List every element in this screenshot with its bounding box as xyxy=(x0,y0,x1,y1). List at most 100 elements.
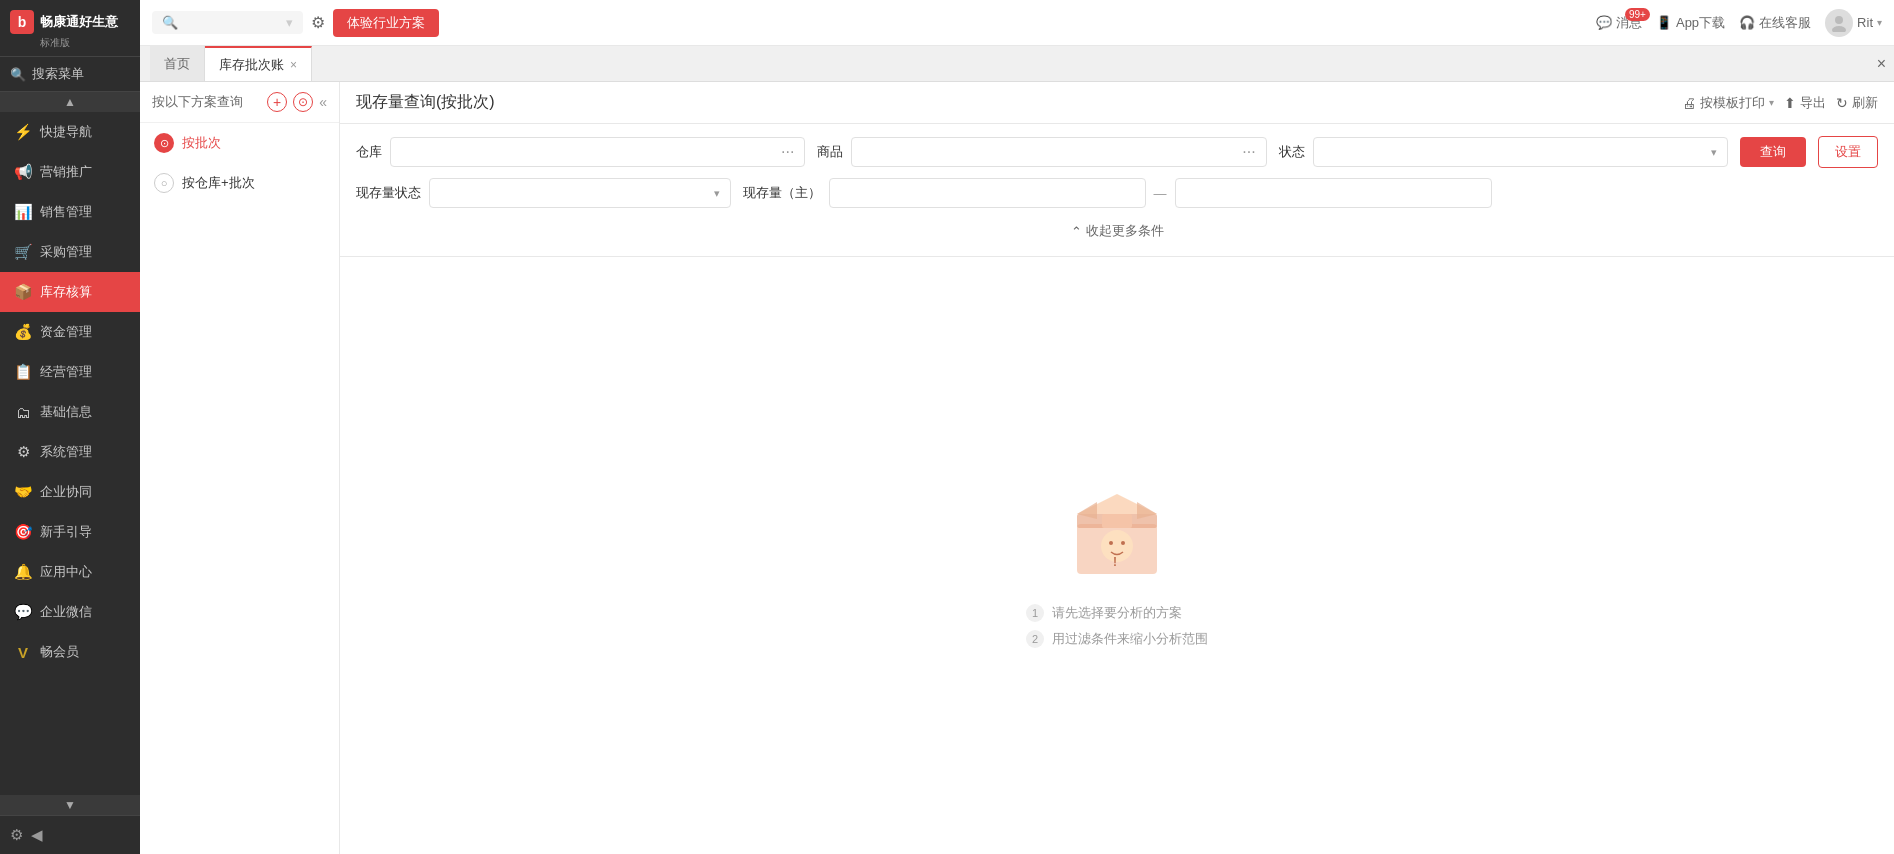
left-panel-title: 按以下方案查询 xyxy=(152,93,243,111)
product-label: 商品 xyxy=(817,143,843,161)
empty-state: ! 1 请先选择要分析的方案 2 用过滤条件来缩小分析范围 xyxy=(340,257,1894,854)
page-title: 现存量查询(按批次) xyxy=(356,92,495,113)
operation-icon: 📋 xyxy=(14,363,32,381)
warehouse-input[interactable]: ··· xyxy=(390,137,805,167)
main-content: 🔍 ▾ ⚙ 体验行业方案 💬 消息 99+ 📱 App下载 🎧 在线客服 xyxy=(140,0,1894,854)
sidebar-item-label: 企业微信 xyxy=(40,603,92,621)
status-select[interactable]: ▾ xyxy=(1313,137,1728,167)
app-download-button[interactable]: 📱 App下载 xyxy=(1656,14,1725,32)
chevron-up-icon: ⌃ xyxy=(1071,224,1082,239)
sidebar-item-enterprise[interactable]: 🤝 企业协同 xyxy=(0,472,140,512)
right-content: 现存量查询(按批次) 🖨 按模板打印 ▾ ⬆ 导出 ↻ 刷新 xyxy=(340,82,1894,854)
scheme-settings-icon: ⊙ xyxy=(298,95,308,109)
sidebar-edition: 标准版 xyxy=(40,36,130,50)
collapse-sidebar-icon[interactable]: ◀ xyxy=(31,826,43,844)
message-icon: 💬 xyxy=(1596,15,1612,30)
collapse-more-button[interactable]: ⌃ 收起更多条件 xyxy=(356,218,1878,244)
user-profile[interactable]: Rit ▾ xyxy=(1825,9,1882,37)
product-input[interactable]: ··· xyxy=(851,137,1266,167)
print-icon: 🖨 xyxy=(1682,95,1696,111)
sales-icon: 📊 xyxy=(14,203,32,221)
logo-icon: b xyxy=(10,10,34,34)
marketing-icon: 📢 xyxy=(14,163,32,181)
empty-hint-2: 2 用过滤条件来缩小分析范围 xyxy=(1026,630,1208,648)
sidebar-item-appstore[interactable]: 🔔 应用中心 xyxy=(0,552,140,592)
sidebar-item-wechat[interactable]: 💬 企业微信 xyxy=(0,592,140,632)
sidebar-item-sales[interactable]: 📊 销售管理 xyxy=(0,192,140,232)
scheme-item-by-warehouse-batch[interactable]: ○ 按仓库+批次 xyxy=(140,163,339,203)
query-button[interactable]: 查询 xyxy=(1740,137,1806,167)
search-icon: 🔍 xyxy=(10,67,26,82)
sidebar-item-inventory[interactable]: 📦 库存核算 xyxy=(0,272,140,312)
add-scheme-button[interactable]: + xyxy=(267,92,287,112)
filter-area: 仓库 ··· 商品 ··· 状态 xyxy=(340,124,1894,257)
scheme-item-label: 按仓库+批次 xyxy=(182,174,255,192)
warehouse-label: 仓库 xyxy=(356,143,382,161)
avatar xyxy=(1825,9,1853,37)
sidebar-item-operation[interactable]: 📋 经营管理 xyxy=(0,352,140,392)
filter-row-1: 仓库 ··· 商品 ··· 状态 xyxy=(356,136,1878,168)
experience-industry-button[interactable]: 体验行业方案 xyxy=(333,9,439,37)
refresh-button[interactable]: ↻ 刷新 xyxy=(1836,94,1878,112)
purchase-icon: 🛒 xyxy=(14,243,32,261)
topbar-search-input[interactable] xyxy=(182,16,282,30)
topbar-search-icon: 🔍 xyxy=(162,15,178,30)
stock-status-dropdown-icon: ▾ xyxy=(714,187,720,200)
sidebar-item-label: 畅会员 xyxy=(40,643,79,661)
print-dropdown-icon: ▾ xyxy=(1769,97,1774,108)
tab-home[interactable]: 首页 xyxy=(150,46,205,81)
print-button[interactable]: 🖨 按模板打印 ▾ xyxy=(1682,94,1774,112)
sidebar-item-quick-nav[interactable]: ⚡ 快捷导航 xyxy=(0,112,140,152)
svg-text:!: ! xyxy=(1113,555,1117,569)
sidebar-search[interactable]: 🔍 搜索菜单 xyxy=(0,57,140,92)
left-panel-actions: + ⊙ « xyxy=(267,92,327,112)
sidebar-item-marketing[interactable]: 📢 营销推广 xyxy=(0,152,140,192)
sidebar-item-member[interactable]: V 畅会员 xyxy=(0,632,140,672)
settings-footer-icon[interactable]: ⚙ xyxy=(10,826,23,844)
messages-button[interactable]: 💬 消息 99+ xyxy=(1596,14,1642,32)
filter-row-2: 现存量状态 ▾ 现存量（主） — xyxy=(356,178,1878,208)
hint-text-2: 用过滤条件来缩小分析范围 xyxy=(1052,630,1208,648)
online-service-button[interactable]: 🎧 在线客服 xyxy=(1739,14,1811,32)
sidebar-logo: b 畅康通好生意 xyxy=(10,10,130,34)
sidebar-search-label: 搜索菜单 xyxy=(32,65,84,83)
system-icon: ⚙ xyxy=(14,443,32,461)
sidebar-item-label: 库存核算 xyxy=(40,283,92,301)
page-header-actions: 🖨 按模板打印 ▾ ⬆ 导出 ↻ 刷新 xyxy=(1682,94,1878,112)
sidebar-item-purchase[interactable]: 🛒 采购管理 xyxy=(0,232,140,272)
sidebar-item-newbie[interactable]: 🎯 新手引导 xyxy=(0,512,140,552)
scheme-settings-button[interactable]: ⊙ xyxy=(293,92,313,112)
stock-qty-to-input[interactable] xyxy=(1175,178,1492,208)
app-download-icon: 📱 xyxy=(1656,15,1672,30)
scheme-item-by-batch[interactable]: ⊙ 按批次 xyxy=(140,123,339,163)
filter-product: 商品 ··· xyxy=(817,137,1266,167)
collapse-more-label: 收起更多条件 xyxy=(1086,222,1164,240)
sidebar-item-finance[interactable]: 💰 资金管理 xyxy=(0,312,140,352)
stock-qty-separator: — xyxy=(1154,186,1167,201)
product-dots: ··· xyxy=(1242,143,1255,161)
tab-close-icon[interactable]: × xyxy=(290,58,297,72)
empty-hints: 1 请先选择要分析的方案 2 用过滤条件来缩小分析范围 xyxy=(1026,604,1208,648)
scheme-active-icon: ⊙ xyxy=(154,133,174,153)
stock-status-select[interactable]: ▾ xyxy=(429,178,731,208)
gear-settings-icon[interactable]: ⚙ xyxy=(311,13,325,32)
user-name: Rit xyxy=(1857,15,1873,30)
sidebar-item-basic[interactable]: 🗂 基础信息 xyxy=(0,392,140,432)
stock-qty-from-input[interactable] xyxy=(829,178,1146,208)
tab-panel-close-icon[interactable]: × xyxy=(1877,55,1886,73)
stock-qty-label: 现存量（主） xyxy=(743,184,821,202)
page-content: 按以下方案查询 + ⊙ « ⊙ 按批次 ○ 按仓库+批次 xyxy=(140,82,1894,854)
export-label: 导出 xyxy=(1800,94,1826,112)
sidebar-item-system[interactable]: ⚙ 系统管理 xyxy=(0,432,140,472)
messages-badge: 99+ xyxy=(1625,8,1650,21)
export-button[interactable]: ⬆ 导出 xyxy=(1784,94,1826,112)
topbar-search-box[interactable]: 🔍 ▾ xyxy=(152,11,303,34)
tabbar: 首页 库存批次账 × × xyxy=(140,46,1894,82)
tab-inventory-batch[interactable]: 库存批次账 × xyxy=(205,46,312,81)
filter-settings-button[interactable]: 设置 xyxy=(1818,136,1878,168)
page-header: 现存量查询(按批次) 🖨 按模板打印 ▾ ⬆ 导出 ↻ 刷新 xyxy=(340,82,1894,124)
sidebar-scroll-down[interactable]: ▼ xyxy=(0,795,140,815)
sidebar-title: 畅康通好生意 xyxy=(40,13,118,31)
sidebar-scroll-up[interactable]: ▲ xyxy=(0,92,140,112)
left-panel-collapse-button[interactable]: « xyxy=(319,94,327,110)
